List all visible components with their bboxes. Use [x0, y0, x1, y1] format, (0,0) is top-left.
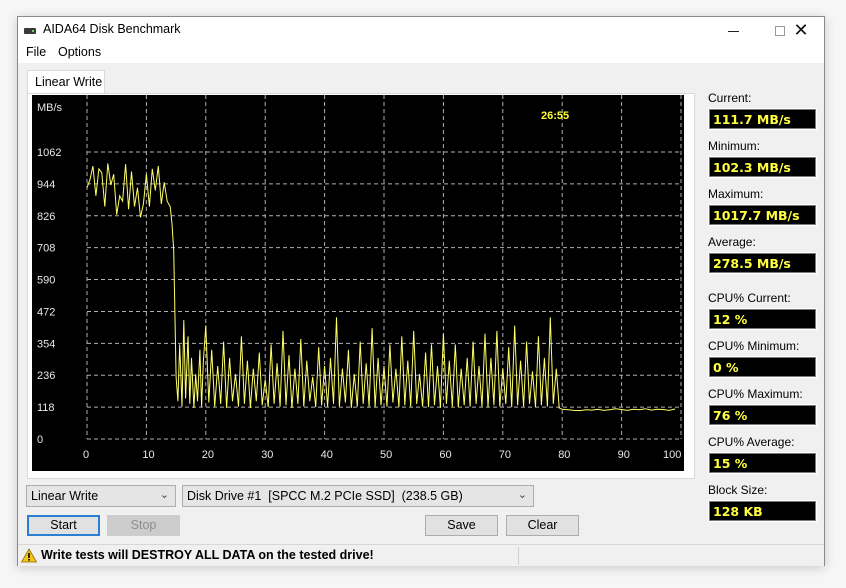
y-tick-label: 118	[37, 402, 55, 414]
warning-icon	[21, 548, 37, 563]
stat-label: Minimum:	[708, 139, 761, 153]
benchmark-chart: 0 10 20 30 40 50 60 70 80 90 100 % 0 118 236 354 472 590…	[32, 95, 684, 471]
y-tick-label: 944	[37, 179, 55, 191]
x-tick-label: 80	[558, 449, 570, 461]
drive-value: Disk Drive #1 [SPCC M.2 PCIe SSD] (238.5…	[187, 489, 463, 503]
y-tick-label: 826	[37, 211, 55, 223]
x-tick-label: 10	[142, 449, 154, 461]
y-axis-label: MB/s	[37, 102, 63, 114]
y-tick-label: 708	[37, 243, 55, 255]
x-tick-label: 60	[439, 449, 451, 461]
x-tick-label: 50	[380, 449, 392, 461]
stat-label: Maximum:	[708, 187, 764, 201]
x-tick-label: 90	[618, 449, 630, 461]
y-tick-label: 1062	[37, 147, 61, 159]
elapsed-timer: 26:55	[541, 110, 569, 122]
status-bar: Write tests will DESTROY ALL DATA on the…	[18, 544, 824, 566]
menu-file[interactable]: File	[24, 45, 48, 59]
stat-value: 76 %	[708, 404, 817, 426]
stat-value: 15 %	[708, 452, 817, 474]
disk-drive-icon	[24, 28, 36, 34]
stat-label: CPU% Current:	[708, 291, 791, 305]
x-tick-label: 30	[261, 449, 273, 461]
stat-label: Block Size:	[708, 483, 768, 497]
test-type-value: Linear Write	[31, 489, 99, 503]
close-icon: ✕	[793, 20, 809, 40]
stat-label: CPU% Minimum:	[708, 339, 800, 353]
stat-value: 102.3 MB/s	[708, 156, 817, 178]
y-tick-label: 0	[37, 434, 43, 446]
warning-text: Write tests will DESTROY ALL DATA on the…	[41, 548, 374, 562]
menu-bar: File Options	[18, 43, 824, 63]
start-button[interactable]: Start	[27, 515, 100, 536]
app-window: AIDA64 Disk Benchmark ✕ File Options Lin…	[17, 16, 825, 566]
x-tick-label: 70	[499, 449, 511, 461]
close-button[interactable]: ✕	[778, 17, 824, 43]
minimize-icon	[727, 30, 739, 32]
stat-value: 12 %	[708, 308, 817, 330]
stat-label: Current:	[708, 91, 752, 105]
tick-layer: 0 10 20 30 40 50 60 70 80 90 100 % 0 118 236 354 472 590…	[37, 147, 684, 461]
chevron-down-icon: ⌄	[159, 489, 169, 501]
minimize-button[interactable]	[710, 17, 756, 43]
series-line-linear-write	[86, 163, 676, 412]
stat-label: Average:	[708, 235, 756, 249]
stat-value: 1017.7 MB/s	[708, 204, 817, 226]
x-tick-label: 0	[83, 449, 89, 461]
window-title: AIDA64 Disk Benchmark	[43, 22, 181, 36]
tab-linear-write[interactable]: Linear Write	[27, 70, 105, 94]
menu-options[interactable]: Options	[56, 45, 103, 59]
x-tick-label: 20	[202, 449, 214, 461]
y-tick-label: 590	[37, 275, 55, 287]
stat-label: CPU% Average:	[708, 435, 795, 449]
stat-value: 0 %	[708, 356, 817, 378]
y-tick-label: 236	[37, 370, 55, 382]
clear-button[interactable]: Clear	[506, 515, 579, 536]
y-tick-label: 354	[37, 338, 55, 350]
y-tick-label: 472	[37, 306, 55, 318]
grid-layer	[86, 95, 682, 440]
stop-button[interactable]: Stop	[107, 515, 180, 536]
x-tick-label: 100 %	[663, 449, 684, 461]
test-type-select[interactable]: Linear Write ⌄	[26, 485, 176, 507]
title-bar: AIDA64 Disk Benchmark ✕	[18, 17, 824, 43]
stat-value: 278.5 MB/s	[708, 252, 817, 274]
status-divider	[518, 547, 519, 565]
stat-value: 128 KB	[708, 500, 817, 522]
drive-select[interactable]: Disk Drive #1 [SPCC M.2 PCIe SSD] (238.5…	[182, 485, 534, 507]
stat-value: 111.7 MB/s	[708, 108, 817, 130]
chevron-down-icon: ⌄	[517, 489, 527, 501]
save-button[interactable]: Save	[425, 515, 498, 536]
chart-svg: 0 10 20 30 40 50 60 70 80 90 100 % 0 118 236 354 472 590…	[37, 95, 684, 461]
stat-label: CPU% Maximum:	[708, 387, 803, 401]
x-tick-label: 40	[321, 449, 333, 461]
